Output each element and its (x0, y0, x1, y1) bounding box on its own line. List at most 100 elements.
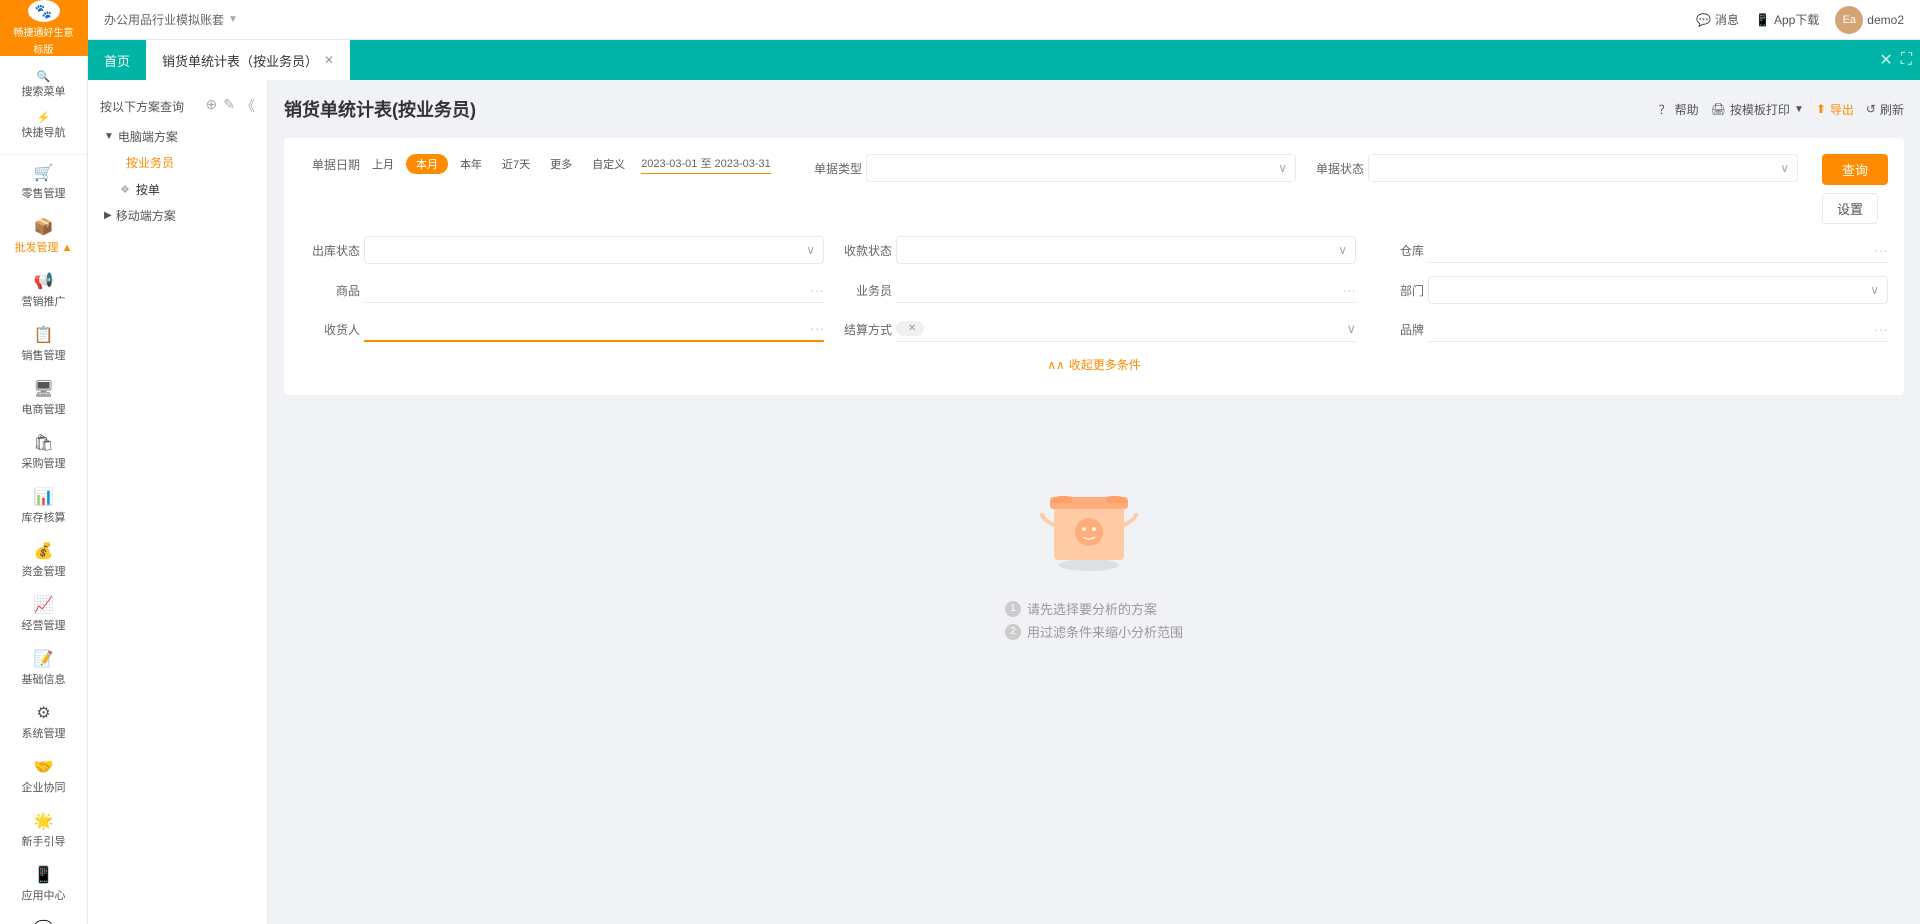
business-icon: 📈 (34, 595, 54, 615)
sidebar-item-newbie[interactable]: 🌟 新手引导 (0, 803, 87, 857)
sidebar-item-retail[interactable]: 🛒 零售管理 (0, 155, 87, 209)
collectstatus-select[interactable]: ∨ (896, 236, 1356, 264)
company-selector[interactable]: 办公用品行业模拟账套 ▼ (104, 11, 238, 28)
last-month-btn[interactable]: 上月 (364, 154, 402, 174)
refresh-button[interactable]: ↺ 刷新 (1866, 101, 1904, 118)
department-select[interactable]: ∨ (1428, 276, 1888, 304)
salesman-label: 业务员 (832, 282, 892, 299)
sidebar-item-ecommerce[interactable]: 🖥 电商管理 (0, 371, 87, 425)
scheme-by-order[interactable]: ❖ 按单 (112, 176, 259, 203)
sidebar-item-inventory[interactable]: 📊 库存核算 (0, 479, 87, 533)
sidebar-item-enterprise[interactable]: 🤝 企业协同 (0, 749, 87, 803)
tab-close-icon[interactable]: ✕ (324, 53, 334, 67)
sidebar-item-wechat[interactable]: 💬 企业微信 (0, 911, 87, 924)
consignee-dots[interactable]: ··· (810, 320, 824, 336)
goods-input-wrap: ··· (364, 278, 824, 303)
doctype-select[interactable]: ∨ (866, 154, 1296, 182)
scheme-by-salesman[interactable]: 按业务员 (112, 149, 259, 176)
filter-date-cell: 单据日期 上月 本月 本年 近7天 更多 自定义 2023-03-01 至 20… (300, 154, 794, 174)
sidebar-item-system[interactable]: ⚙ 系统管理 (0, 695, 87, 749)
logo[interactable]: 🐾 畅捷通好生意 标版 (0, 0, 88, 56)
message-button[interactable]: 💬 消息 (1696, 11, 1739, 28)
date-range-display[interactable]: 2023-03-01 至 2023-03-31 (641, 155, 771, 174)
help-button[interactable]: ？ 帮助 (1659, 101, 1699, 118)
avatar: Ea (1835, 6, 1863, 34)
custom-date-btn[interactable]: 自定义 (584, 154, 633, 174)
goods-dots[interactable]: ··· (810, 282, 824, 298)
tab-maximize-icon[interactable]: ⛶ (1901, 51, 1912, 69)
newbie-label: 新手引导 (22, 833, 66, 849)
settlement-chevron-icon[interactable]: ∨ (1346, 321, 1356, 337)
filter-row-1: 单据日期 上月 本月 本年 近7天 更多 自定义 2023-03-01 至 20… (300, 154, 1888, 224)
add-scheme-icon[interactable]: ⊕ (206, 96, 218, 116)
purchase-label: 采购管理 (22, 455, 66, 471)
filter-row-2: 出库状态 ∨ 收款状态 ∨ (300, 236, 1888, 264)
settlement-tag-close-icon[interactable]: ✕ (908, 323, 916, 334)
edit-scheme-icon[interactable]: ✎ (223, 96, 235, 116)
tab-home[interactable]: 首页 (88, 40, 146, 80)
settings-button[interactable]: 设置 (1822, 193, 1878, 224)
export-icon: ⬆ (1816, 102, 1826, 116)
query-button[interactable]: 查询 (1822, 154, 1888, 185)
sidebar-item-sales[interactable]: 📋 销售管理 (0, 317, 87, 371)
sidebar-item-wholesale[interactable]: 📦 批发管理 ▲ (0, 209, 87, 263)
doctype-label: 单据类型 (802, 160, 862, 177)
collapse-button[interactable]: ∧∧ 收起更多条件 (300, 350, 1888, 379)
mobile-section[interactable]: ▶ 移动端方案 (96, 203, 259, 228)
message-label: 消息 (1715, 11, 1739, 28)
sidebar-item-basic[interactable]: 📝 基础信息 (0, 641, 87, 695)
consignee-label: 收货人 (300, 321, 360, 338)
more-date-btn[interactable]: 更多 (542, 154, 580, 174)
search-menu-item[interactable]: 🔍 搜索菜单 (0, 64, 87, 105)
filter-consignee-cell: 收货人 ··· (300, 316, 824, 342)
wholesale-icon: 📦 (34, 217, 54, 237)
salesman-dots[interactable]: ··· (1342, 282, 1356, 298)
quick-nav-item[interactable]: ⚡ 快捷导航 (0, 105, 87, 146)
refresh-icon: ↺ (1866, 102, 1876, 116)
sidebar-item-purchase[interactable]: 🛍 采购管理 (0, 425, 87, 479)
empty-box-container (1034, 475, 1154, 575)
brand-dots[interactable]: ··· (1874, 321, 1888, 337)
collapse-label: 收起更多条件 (1069, 356, 1141, 373)
sidebar-item-appstore[interactable]: 📱 应用中心 (0, 857, 87, 911)
print-button[interactable]: 🖨 按模板打印 ▼ (1711, 101, 1804, 118)
user-profile[interactable]: Ea demo2 (1835, 6, 1904, 34)
empty-step1: 1 请先选择要分析的方案 (1005, 599, 1183, 618)
consignee-input-wrap[interactable]: ··· (364, 316, 824, 342)
marketing-label: 营销推广 (22, 293, 66, 309)
filter-row-4: 收货人 ··· 结算方式 ✕ (300, 316, 1888, 342)
brand-input-wrap: ··· (1428, 317, 1888, 342)
pc-sub-tree: 按业务员 ❖ 按单 (96, 149, 259, 203)
tab-sales-stat[interactable]: 销货单统计表（按业务员） ✕ (146, 40, 350, 80)
sidebar-item-business[interactable]: 📈 经营管理 (0, 587, 87, 641)
warehouse-label: 仓库 (1364, 242, 1424, 259)
date-quick-btns: 上月 本月 本年 近7天 更多 自定义 2023-03-01 至 2023-03… (364, 154, 771, 174)
collapse-panel-icon[interactable]: 《 (241, 96, 255, 116)
print-dropdown-icon: ▼ (1794, 104, 1804, 115)
outstatus-select[interactable]: ∨ (364, 236, 824, 264)
retail-icon: 🛒 (34, 163, 54, 183)
app-download-button[interactable]: 📱 App下载 (1755, 11, 1819, 28)
pc-section[interactable]: ▼ 电脑端方案 (96, 124, 259, 149)
warehouse-dots[interactable]: ··· (1874, 242, 1888, 258)
date-label: 单据日期 (300, 156, 360, 173)
outstatus-chevron-icon: ∨ (806, 243, 815, 257)
scheme-order-label: 按单 (136, 181, 160, 198)
step1-num: 1 (1005, 601, 1021, 617)
tab-minimize-icon[interactable]: ✕ (1879, 50, 1892, 70)
sidebar-item-finance[interactable]: 💰 资金管理 (0, 533, 87, 587)
doctype-chevron-icon: ∨ (1278, 161, 1287, 175)
right-content: 销货单统计表(按业务员) ？ 帮助 🖨 按模板打印 ▼ ⬆ 导出 (268, 80, 1920, 924)
empty-svg (1034, 475, 1154, 575)
this-month-btn[interactable]: 本月 (406, 154, 448, 174)
system-icon: ⚙ (36, 703, 50, 723)
last-7days-btn[interactable]: 近7天 (494, 154, 538, 174)
warehouse-input-wrap: ··· (1428, 238, 1888, 263)
this-year-btn[interactable]: 本年 (452, 154, 490, 174)
outstatus-label: 出库状态 (300, 242, 360, 259)
export-button[interactable]: ⬆ 导出 (1816, 101, 1854, 118)
docstatus-select[interactable]: ∨ (1368, 154, 1798, 182)
docstatus-label: 单据状态 (1304, 160, 1364, 177)
step2-num: 2 (1005, 624, 1021, 640)
sidebar-item-marketing[interactable]: 📢 营销推广 (0, 263, 87, 317)
